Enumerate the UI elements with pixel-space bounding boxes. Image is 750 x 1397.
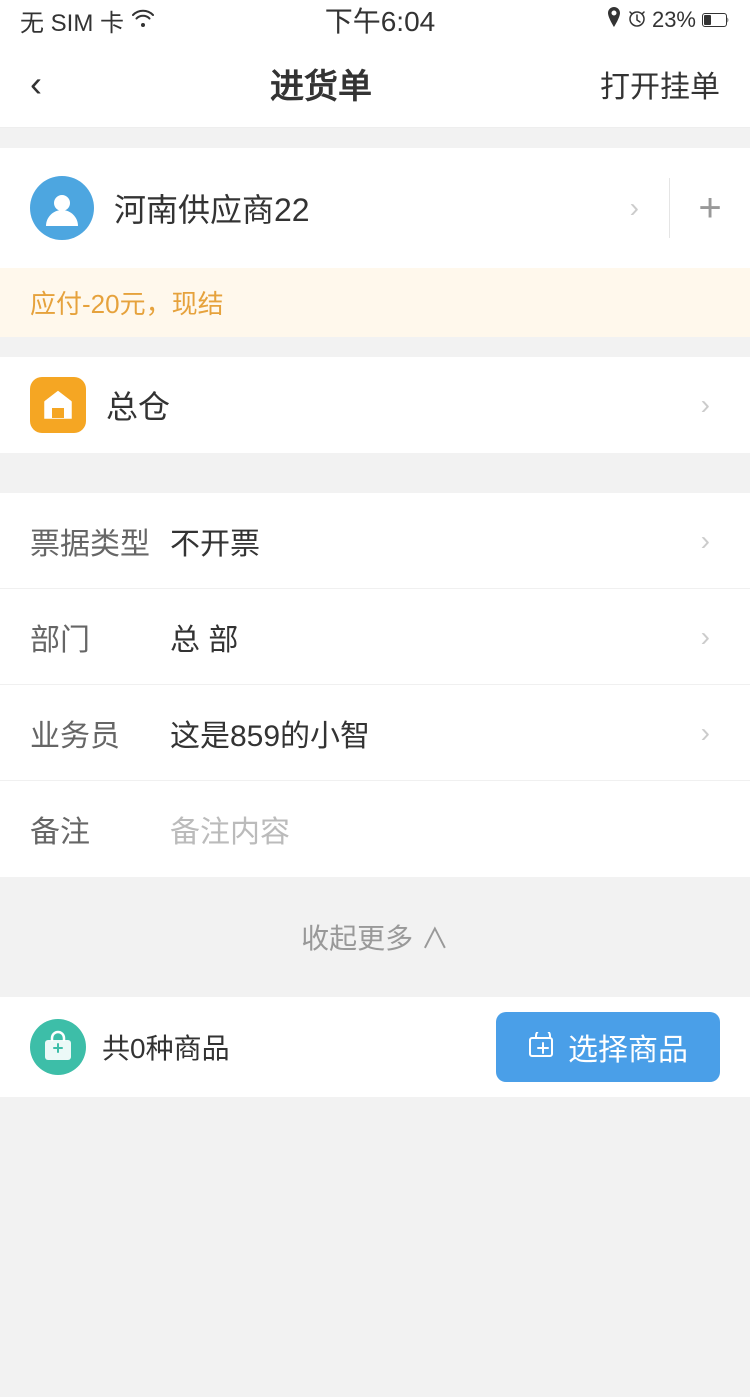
supplier-name: 河南供应商22: [114, 185, 630, 231]
supplier-chevron-icon: ›: [630, 192, 639, 224]
status-right: 23%: [606, 7, 730, 33]
warehouse-chevron-icon: ›: [701, 389, 710, 421]
carrier-text: 无 SIM 卡: [20, 3, 124, 38]
remark-input[interactable]: 备注内容: [170, 807, 720, 851]
invoice-chevron-icon: ›: [701, 525, 710, 557]
invoice-row[interactable]: 票据类型 不开票 ›: [0, 493, 750, 589]
page-title: 进货单: [270, 59, 372, 108]
section-gap-1: [0, 128, 750, 148]
add-supplier-button[interactable]: +: [670, 186, 750, 231]
warehouse-icon: [30, 377, 86, 433]
open-pending-button[interactable]: 打开挂单: [600, 62, 720, 106]
warehouse-row[interactable]: 总仓 ›: [0, 357, 750, 453]
alarm-icon: [628, 7, 646, 33]
remark-label: 备注: [30, 807, 150, 851]
staff-label: 业务员: [30, 711, 150, 755]
wifi-icon: [132, 6, 154, 34]
back-button[interactable]: ‹: [30, 63, 42, 105]
invoice-label: 票据类型: [30, 519, 150, 563]
department-label: 部门: [30, 615, 150, 659]
staff-value: 这是859的小智: [170, 711, 701, 755]
bottom-bar: 共0种商品 选择商品: [0, 997, 750, 1097]
supplier-row[interactable]: 河南供应商22 ›: [0, 148, 669, 268]
supplier-section: 河南供应商22 › +: [0, 148, 750, 268]
section-gap-3: [0, 453, 750, 473]
warehouse-name: 总仓: [106, 382, 701, 428]
location-icon: [606, 7, 622, 33]
invoice-value: 不开票: [170, 519, 701, 563]
form-section: 票据类型 不开票 › 部门 总 部 › 业务员 这是859的小智 › 备注 备注…: [0, 493, 750, 877]
warning-text: 应付-20元，现结: [30, 289, 224, 319]
collapse-label: 收起更多 ∧: [301, 917, 449, 957]
supplier-avatar: [30, 176, 94, 240]
goods-count-wrap: 共0种商品: [30, 1019, 230, 1075]
staff-row[interactable]: 业务员 这是859的小智 ›: [0, 685, 750, 781]
battery-text: 23%: [652, 7, 696, 33]
goods-count-text: 共0种商品: [102, 1027, 230, 1067]
section-gap-2: [0, 337, 750, 357]
department-value: 总 部: [170, 615, 701, 659]
collapse-button[interactable]: 收起更多 ∧: [0, 897, 750, 977]
select-goods-button[interactable]: 选择商品: [496, 1012, 720, 1082]
battery-icon: [702, 7, 730, 33]
status-left: 无 SIM 卡: [20, 3, 154, 38]
nav-bar: ‹ 进货单 打开挂单: [0, 40, 750, 128]
department-chevron-icon: ›: [701, 621, 710, 653]
department-row[interactable]: 部门 总 部 ›: [0, 589, 750, 685]
goods-icon: [30, 1019, 86, 1075]
staff-chevron-icon: ›: [701, 717, 710, 749]
status-bar: 无 SIM 卡 下午6:04 23%: [0, 0, 750, 40]
warning-banner: 应付-20元，现结: [0, 268, 750, 337]
page-background: [0, 1097, 750, 1397]
status-time: 下午6:04: [325, 0, 436, 40]
select-goods-label: 选择商品: [568, 1025, 688, 1069]
remark-row[interactable]: 备注 备注内容: [0, 781, 750, 877]
